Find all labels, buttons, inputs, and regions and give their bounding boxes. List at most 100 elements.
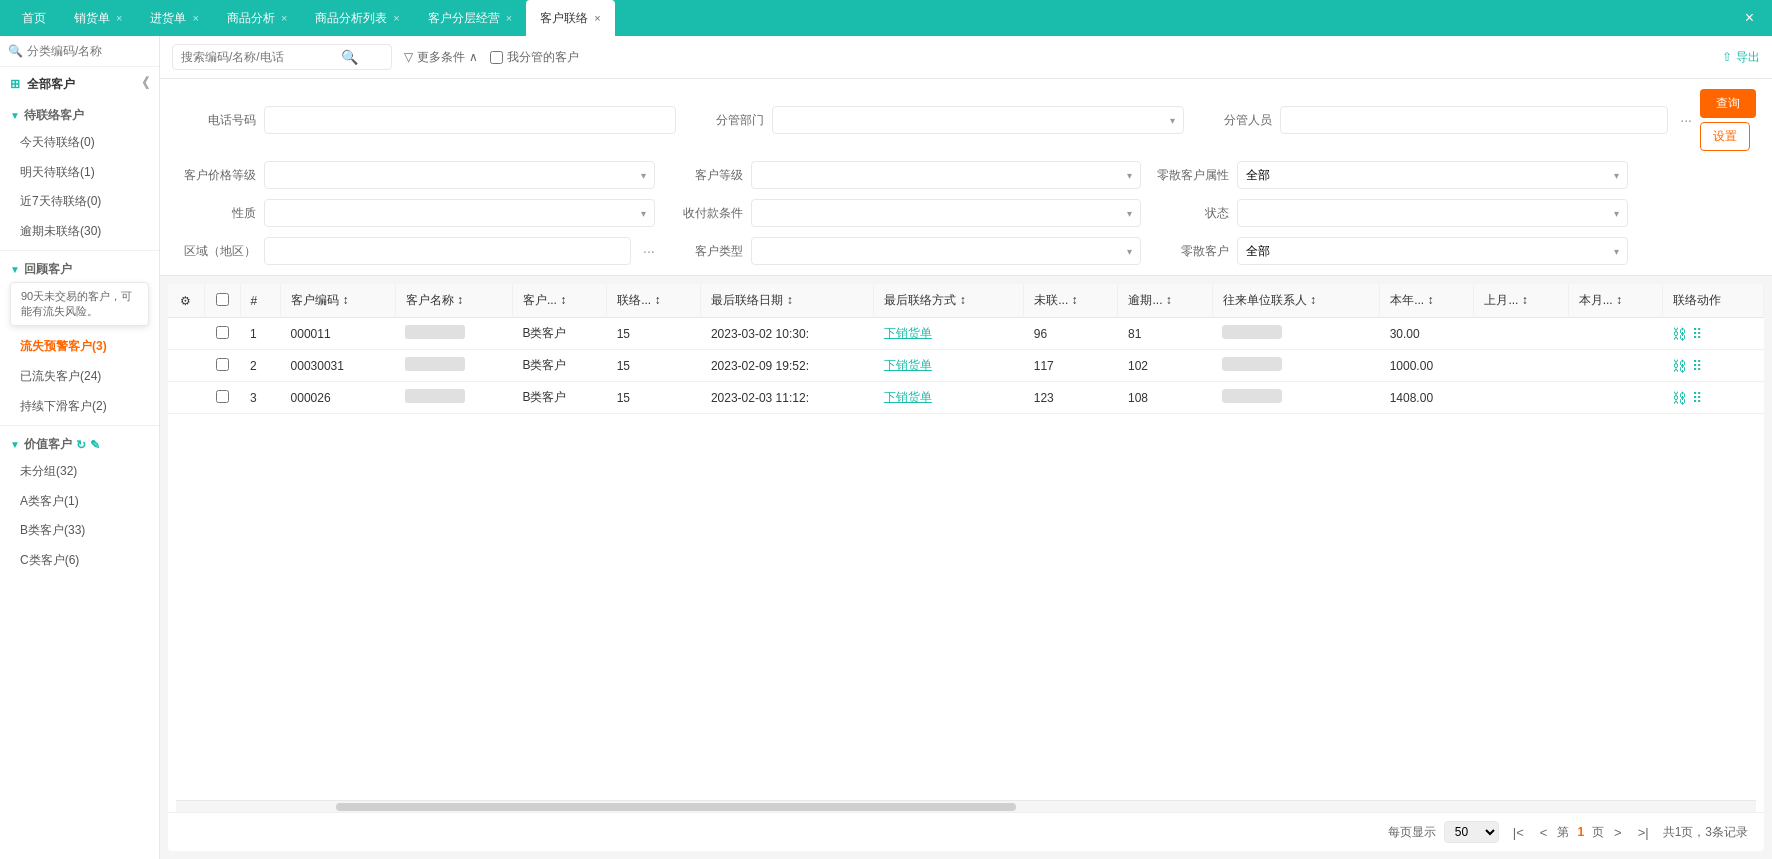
th-name[interactable]: 客户名称 ↕ — [395, 284, 512, 318]
filter-field-price-level: 客户价格等级 ▾ — [176, 161, 655, 189]
scrollbar-area[interactable] — [176, 800, 1756, 812]
th-checkbox[interactable] — [204, 284, 240, 318]
filter-select-nature[interactable]: ▾ — [264, 199, 655, 227]
sidebar-item-declining[interactable]: 持续下滑客户(2) — [0, 392, 159, 422]
sidebar-item-overdue[interactable]: 逾期未联络(30) — [0, 217, 159, 247]
close-icon[interactable]: × — [192, 12, 198, 24]
edit-icon[interactable]: ✎ — [90, 438, 100, 452]
th-last-method[interactable]: 最后联络方式 ↕ — [874, 284, 1024, 318]
sidebar-all-customers[interactable]: ⊞ 全部客户 《 — [0, 67, 159, 101]
filter-select-zero-customer[interactable]: 全部 ▾ — [1237, 237, 1628, 265]
next-page-button[interactable]: > — [1608, 823, 1628, 842]
prev-page-button[interactable]: < — [1534, 823, 1554, 842]
export-button[interactable]: ⇧ 导出 — [1722, 49, 1760, 66]
current-page: 1 — [1573, 825, 1588, 839]
sidebar-group-pending[interactable]: ▼ 待联络客户 — [0, 101, 159, 128]
last-page-button[interactable]: >| — [1632, 823, 1655, 842]
nav-tab-purchase[interactable]: 进货单 × — [136, 0, 212, 36]
sidebar-item-ungroup[interactable]: 未分组(32) — [0, 457, 159, 487]
close-icon[interactable]: × — [281, 12, 287, 24]
close-icon[interactable]: × — [393, 12, 399, 24]
nav-tab-customer-tier[interactable]: 客户分层经营 × — [414, 0, 526, 36]
sidebar-item-churn-warning[interactable]: 流失预警客户(3) — [0, 332, 159, 362]
close-icon[interactable]: × — [594, 12, 600, 24]
th-uncontacted[interactable]: 未联... ↕ — [1024, 284, 1118, 318]
filter-row-1: 电话号码 分管部门 ▾ 分管人员 ··· — [176, 89, 1756, 151]
link-icon[interactable]: ⛓ — [1672, 326, 1686, 342]
close-icon[interactable]: × — [506, 12, 512, 24]
row-settings — [168, 318, 204, 350]
filter-input-phone[interactable] — [264, 106, 676, 134]
filter-select-zero-attr[interactable]: 全部 ▾ — [1237, 161, 1628, 189]
nav-tab-customer-contact[interactable]: 客户联络 × — [526, 0, 614, 36]
refresh-icon[interactable]: ↻ — [76, 438, 86, 452]
row-checkbox[interactable] — [204, 382, 240, 414]
nav-home[interactable]: 首页 — [8, 10, 60, 27]
link-icon[interactable]: ⛓ — [1672, 358, 1686, 374]
close-icon[interactable]: × — [116, 12, 122, 24]
row-last-method: 下销货单 — [874, 318, 1024, 350]
row-this-month — [1568, 318, 1662, 350]
row-overdue: 108 — [1118, 382, 1212, 414]
sidebar-item-classB[interactable]: B类客户(33) — [0, 516, 159, 546]
nav-tab-analysis-list[interactable]: 商品分析列表 × — [301, 0, 413, 36]
filter-select-ctype[interactable]: ▾ — [751, 237, 1142, 265]
settings-button[interactable]: 设置 — [1700, 122, 1750, 151]
menu-icon[interactable]: ⠿ — [1692, 390, 1702, 406]
more-options-icon[interactable]: ··· — [643, 243, 655, 259]
scrollbar-thumb[interactable] — [336, 803, 1016, 811]
th-overdue[interactable]: 逾期... ↕ — [1118, 284, 1212, 318]
filter-more-button[interactable]: ▽ 更多条件 ∧ — [404, 49, 478, 66]
sidebar-group-review[interactable]: ▼ 回顾客户 — [0, 255, 159, 282]
th-settings[interactable]: ⚙ — [168, 284, 204, 318]
more-options-icon[interactable]: ··· — [1680, 112, 1692, 128]
sidebar-item-7days[interactable]: 近7天待联络(0) — [0, 187, 159, 217]
sidebar-item-tomorrow[interactable]: 明天待联络(1) — [0, 158, 159, 188]
th-contact-person[interactable]: 往来单位联系人 ↕ — [1212, 284, 1379, 318]
th-contact[interactable]: 联络... ↕ — [607, 284, 701, 318]
row-name — [395, 382, 512, 414]
filter-select-region[interactable] — [264, 237, 631, 265]
nav-tab-salelist[interactable]: 销货单 × — [60, 0, 136, 36]
filter-select-status[interactable]: ▾ — [1237, 199, 1628, 227]
filter-search-button[interactable]: 🔍 — [341, 49, 358, 65]
filter-select-customer-level[interactable]: ▾ — [751, 161, 1142, 189]
row-checkbox[interactable] — [204, 350, 240, 382]
sidebar-item-today[interactable]: 今天待联络(0) — [0, 128, 159, 158]
filter-select-dept[interactable]: ▾ — [772, 106, 1184, 134]
my-customers-checkbox[interactable] — [490, 51, 503, 64]
select-all-checkbox[interactable] — [216, 293, 229, 306]
filter-select-person[interactable] — [1280, 106, 1668, 134]
page-size-select[interactable]: 50 100 200 — [1444, 821, 1499, 843]
link-icon[interactable]: ⛓ — [1672, 390, 1686, 406]
my-customers-checkbox-label[interactable]: 我分管的客户 — [490, 49, 579, 66]
filter-select-price-level[interactable]: ▾ — [264, 161, 655, 189]
table-scroll-area[interactable]: ⚙ # 客户编码 ↕ 客户名称 ↕ 客户... ↕ 联络... ↕ 最后联络日期… — [168, 284, 1764, 800]
query-button[interactable]: 查询 — [1700, 89, 1756, 118]
menu-icon[interactable]: ⠿ — [1692, 358, 1702, 374]
sidebar-group-value[interactable]: ▼ 价值客户 ↻ ✎ — [0, 430, 159, 457]
close-all-icon[interactable]: × — [1735, 9, 1764, 27]
row-contact-person — [1212, 382, 1379, 414]
filter-field-zero-customer: 零散客户 全部 ▾ — [1149, 237, 1628, 265]
collapse-icon[interactable]: 《 — [135, 75, 149, 93]
th-last-month[interactable]: 上月... ↕ — [1474, 284, 1568, 318]
th-this-year[interactable]: 本年... ↕ — [1380, 284, 1474, 318]
sidebar-item-classA[interactable]: A类客户(1) — [0, 487, 159, 517]
first-page-button[interactable]: |< — [1507, 823, 1530, 842]
sidebar-item-churned[interactable]: 已流失客户(24) — [0, 362, 159, 392]
sidebar-item-classC[interactable]: C类客户(6) — [0, 546, 159, 576]
nav-tab-analysis[interactable]: 商品分析 × — [213, 0, 301, 36]
th-level[interactable]: 客户... ↕ — [512, 284, 606, 318]
th-this-month[interactable]: 本月... ↕ — [1568, 284, 1662, 318]
filter-select-payment[interactable]: ▾ — [751, 199, 1142, 227]
sidebar-search-input[interactable] — [27, 44, 160, 58]
th-last-date[interactable]: 最后联络日期 ↕ — [701, 284, 874, 318]
filter-search-input[interactable] — [181, 50, 341, 64]
top-nav: 首页 销货单 × 进货单 × 商品分析 × 商品分析列表 × 客户分层经营 × … — [0, 0, 1772, 36]
chevron-down-icon: ▾ — [641, 208, 646, 219]
chevron-down-icon: ▾ — [1170, 115, 1175, 126]
th-code[interactable]: 客户编码 ↕ — [281, 284, 396, 318]
menu-icon[interactable]: ⠿ — [1692, 326, 1702, 342]
row-checkbox[interactable] — [204, 318, 240, 350]
